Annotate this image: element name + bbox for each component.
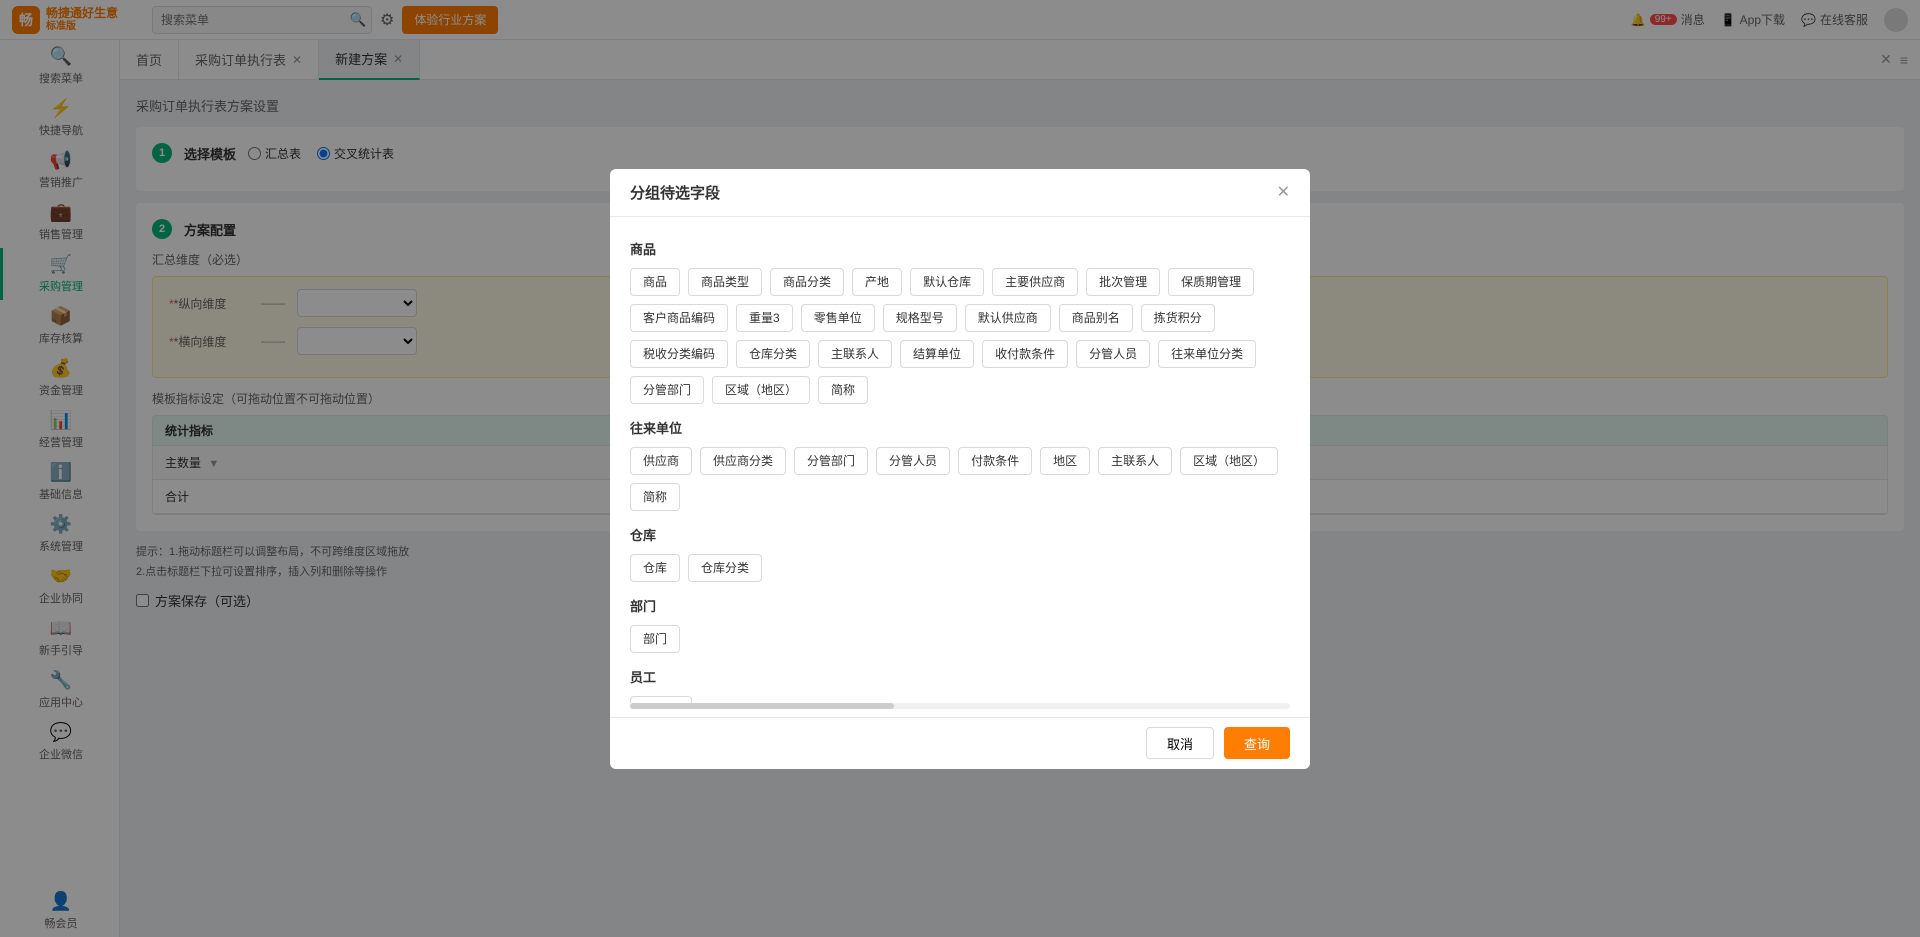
section-title-goods: 商品 xyxy=(630,239,1290,258)
modal-header: 分组待选字段 ✕ xyxy=(610,169,1310,217)
modal-close-button[interactable]: ✕ xyxy=(1277,182,1290,202)
goods-tags: 商品 商品类型 商品分类 产地 默认仓库 主要供应商 批次管理 保质期管理 客户… xyxy=(630,268,1290,404)
partner-tags: 供应商 供应商分类 分管部门 分管人员 付款条件 地区 主联系人 区域（地区） … xyxy=(630,447,1290,511)
tag-partner-0[interactable]: 供应商 xyxy=(630,447,692,475)
tag-goods-0[interactable]: 商品 xyxy=(630,268,680,296)
horizontal-scroll-thumb xyxy=(630,703,894,709)
tag-warehouse-1[interactable]: 仓库分类 xyxy=(688,554,762,582)
modal-body[interactable]: 商品 商品 商品类型 商品分类 产地 默认仓库 主要供应商 批次管理 保质期管理… xyxy=(610,217,1310,703)
section-title-staff: 员工 xyxy=(630,667,1290,686)
tag-partner-2[interactable]: 分管部门 xyxy=(794,447,868,475)
tag-goods-21[interactable]: 往来单位分类 xyxy=(1158,340,1256,368)
tag-goods-13[interactable]: 商品别名 xyxy=(1059,304,1133,332)
modal-title: 分组待选字段 xyxy=(630,182,720,203)
modal-overlay: 分组待选字段 ✕ 商品 商品 商品类型 商品分类 产地 默认仓库 主要供应商 批… xyxy=(0,0,1920,937)
tag-goods-15[interactable]: 税收分类编码 xyxy=(630,340,728,368)
dept-tags: 部门 xyxy=(630,625,1290,653)
tag-goods-2[interactable]: 商品分类 xyxy=(770,268,844,296)
cancel-button[interactable]: 取消 xyxy=(1146,727,1214,759)
tag-warehouse-0[interactable]: 仓库 xyxy=(630,554,680,582)
tag-goods-23[interactable]: 区域（地区） xyxy=(712,376,810,404)
tag-goods-14[interactable]: 拣货积分 xyxy=(1141,304,1215,332)
tag-partner-5[interactable]: 地区 xyxy=(1040,447,1090,475)
tag-partner-7[interactable]: 区域（地区） xyxy=(1180,447,1278,475)
tag-partner-1[interactable]: 供应商分类 xyxy=(700,447,786,475)
tag-goods-5[interactable]: 主要供应商 xyxy=(992,268,1078,296)
tag-goods-20[interactable]: 分管人员 xyxy=(1076,340,1150,368)
tag-goods-16[interactable]: 仓库分类 xyxy=(736,340,810,368)
tag-goods-19[interactable]: 收付款条件 xyxy=(982,340,1068,368)
modal-footer: 取消 查询 xyxy=(610,717,1310,769)
tag-partner-3[interactable]: 分管人员 xyxy=(876,447,950,475)
horizontal-scrollbar[interactable] xyxy=(630,703,1290,709)
tag-staff-0[interactable]: 业务员 xyxy=(630,696,692,703)
confirm-button[interactable]: 查询 xyxy=(1224,727,1290,759)
section-title-partner: 往来单位 xyxy=(630,418,1290,437)
tag-goods-7[interactable]: 保质期管理 xyxy=(1168,268,1254,296)
tag-partner-8[interactable]: 简称 xyxy=(630,483,680,511)
tag-goods-24[interactable]: 简称 xyxy=(818,376,868,404)
tag-goods-18[interactable]: 结算单位 xyxy=(900,340,974,368)
section-title-dept: 部门 xyxy=(630,596,1290,615)
tag-dept-0[interactable]: 部门 xyxy=(630,625,680,653)
tag-goods-11[interactable]: 规格型号 xyxy=(883,304,957,332)
tag-goods-1[interactable]: 商品类型 xyxy=(688,268,762,296)
section-title-warehouse: 仓库 xyxy=(630,525,1290,544)
tag-goods-6[interactable]: 批次管理 xyxy=(1086,268,1160,296)
warehouse-tags: 仓库 仓库分类 xyxy=(630,554,1290,582)
tag-goods-8[interactable]: 客户商品编码 xyxy=(630,304,728,332)
modal-dialog: 分组待选字段 ✕ 商品 商品 商品类型 商品分类 产地 默认仓库 主要供应商 批… xyxy=(610,169,1310,769)
tag-partner-4[interactable]: 付款条件 xyxy=(958,447,1032,475)
tag-partner-6[interactable]: 主联系人 xyxy=(1098,447,1172,475)
tag-goods-3[interactable]: 产地 xyxy=(852,268,902,296)
tag-goods-10[interactable]: 零售单位 xyxy=(801,304,875,332)
tag-goods-17[interactable]: 主联系人 xyxy=(818,340,892,368)
staff-tags: 业务员 xyxy=(630,696,1290,703)
tag-goods-9[interactable]: 重量3 xyxy=(736,304,793,332)
tag-goods-4[interactable]: 默认仓库 xyxy=(910,268,984,296)
tag-goods-12[interactable]: 默认供应商 xyxy=(965,304,1051,332)
tag-goods-22[interactable]: 分管部门 xyxy=(630,376,704,404)
